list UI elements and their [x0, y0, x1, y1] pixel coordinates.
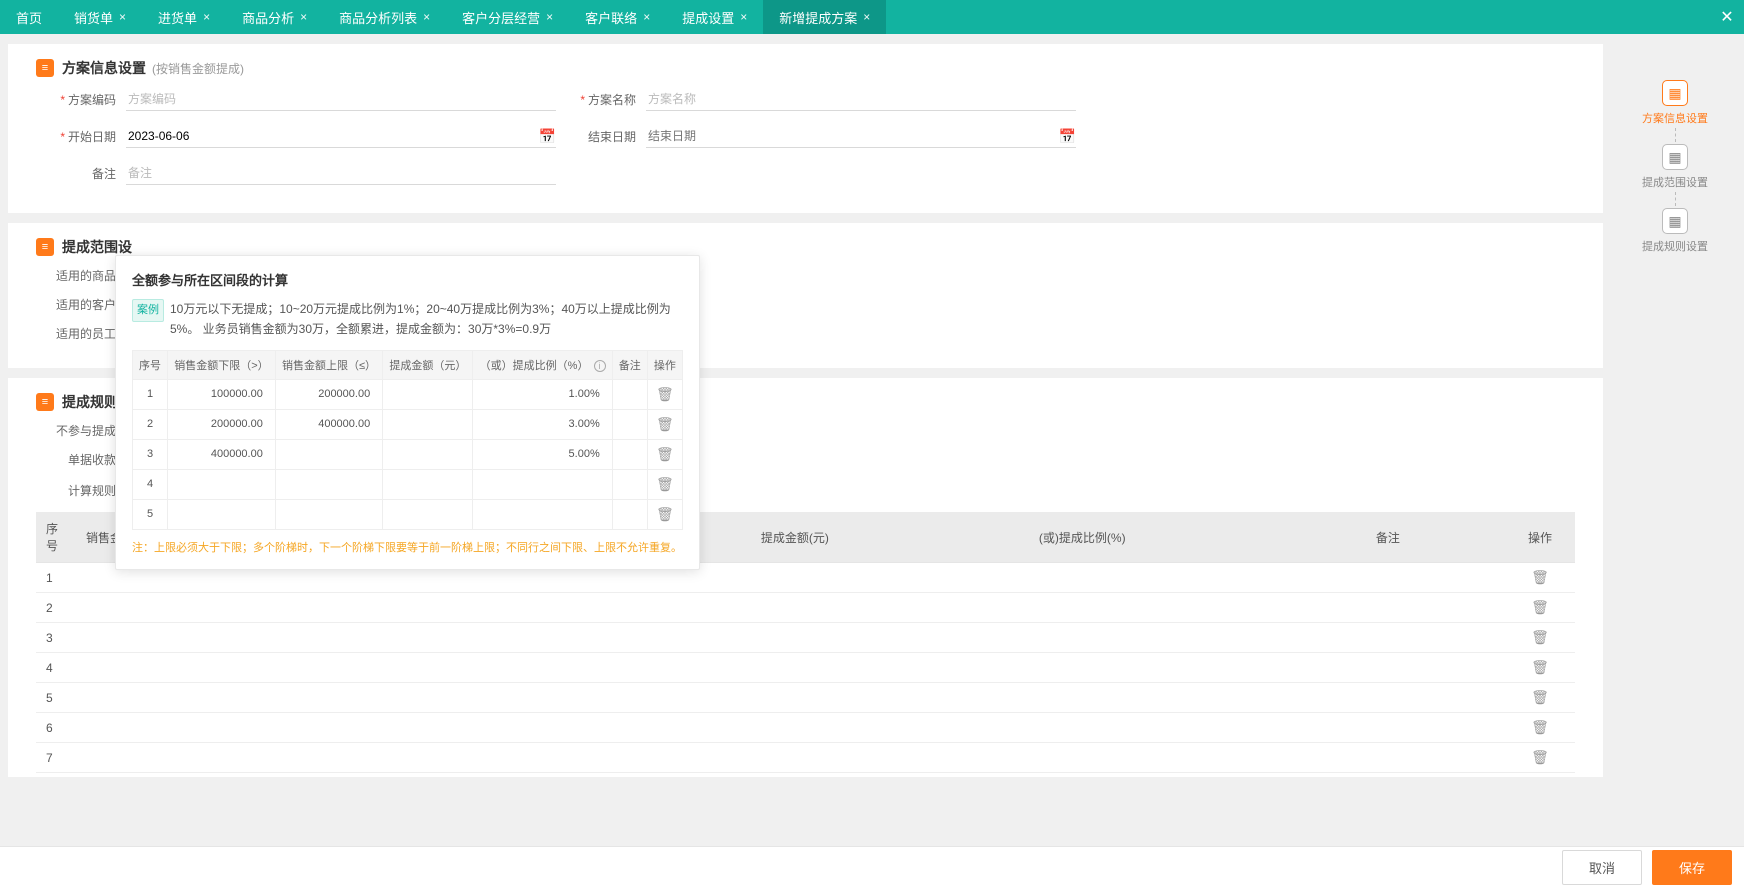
anchor-nav-item[interactable]: ▦方案信息设置	[1642, 80, 1708, 126]
section-icon: ≡	[36, 59, 54, 77]
label-code: 方案编码	[68, 93, 116, 107]
table-row[interactable]: 6🗑	[36, 713, 1575, 743]
table-row[interactable]: 5🗑	[36, 683, 1575, 713]
anchor-icon: ▦	[1662, 144, 1688, 170]
tab-进货单[interactable]: 进货单×	[142, 0, 226, 34]
close-icon[interactable]: ×	[863, 10, 870, 24]
tooltip-row: 1100000.00200000.001.00%🗑	[133, 379, 683, 409]
delete-icon[interactable]: 🗑	[656, 416, 674, 432]
anchor-icon: ▦	[1662, 208, 1688, 234]
section-icon: ≡	[36, 238, 54, 256]
info-icon[interactable]: i	[594, 360, 606, 372]
tooltip-example-text: 10万元以下无提成；10~20万元提成比例为1%；20~40万提成比例为3%；4…	[170, 299, 683, 340]
input-start-date[interactable]	[126, 125, 539, 147]
close-icon[interactable]: ×	[643, 10, 650, 24]
footer-bar: 取消 保存	[0, 846, 1744, 888]
tab-新增提成方案[interactable]: 新增提成方案×	[763, 0, 886, 34]
label-receipt: 单据收款	[36, 451, 126, 468]
delete-icon[interactable]: 🗑	[1531, 749, 1549, 765]
rules-th: 序号	[36, 512, 76, 563]
tab-商品分析[interactable]: 商品分析×	[226, 0, 323, 34]
rules-th: (或)提成比例(%)	[1029, 512, 1366, 563]
tooltip-note: 注：上限必须大于下限；多个阶梯时，下一个阶梯下限要等于前一阶梯上限；不同行之间下…	[132, 540, 683, 558]
input-end-date[interactable]	[646, 125, 1059, 147]
section-icon: ≡	[36, 393, 54, 411]
rules-th: 提成金额(元)	[751, 512, 1029, 563]
label-start-date: 开始日期	[68, 130, 116, 144]
label-end-date: 结束日期	[588, 130, 636, 144]
tabbar-close-all[interactable]: ✕	[1710, 0, 1744, 34]
calendar-icon[interactable]: 📅	[1059, 128, 1076, 145]
tooltip-tag: 案例	[132, 299, 164, 322]
delete-icon[interactable]: 🗑	[656, 386, 674, 402]
tooltip-row: 2200000.00400000.003.00%🗑	[133, 409, 683, 439]
tooltip-row: 3400000.005.00%🗑	[133, 439, 683, 469]
right-anchor-nav: ▦方案信息设置 ▦提成范围设置 ▦提成规则设置	[1620, 80, 1730, 254]
input-remark[interactable]	[126, 162, 556, 185]
cancel-button[interactable]: 取消	[1562, 850, 1642, 885]
delete-icon[interactable]: 🗑	[1531, 719, 1549, 735]
tab-客户联络[interactable]: 客户联络×	[569, 0, 666, 34]
rules-th: 操作	[1505, 512, 1575, 563]
label-name: 方案名称	[588, 93, 636, 107]
tooltip-title: 全额参与所在区间段的计算	[132, 270, 683, 289]
tab-客户分层经营[interactable]: 客户分层经营×	[446, 0, 569, 34]
anchor-nav-item[interactable]: ▦提成范围设置	[1642, 144, 1708, 190]
panel-plan-info: ≡ 方案信息设置 (按销售金额提成) *方案编码 *方案名称 *开始日期	[8, 44, 1603, 213]
input-plan-code[interactable]	[126, 88, 556, 111]
tab-bar: 首页销货单×进货单×商品分析×商品分析列表×客户分层经营×客户联络×提成设置×新…	[0, 0, 1744, 34]
panel-title: 方案信息设置	[62, 58, 146, 78]
delete-icon[interactable]: 🗑	[656, 446, 674, 462]
table-row[interactable]: 2🗑	[36, 593, 1575, 623]
close-icon[interactable]: ×	[423, 10, 430, 24]
label-scope-staff: 适用的员工	[36, 325, 126, 342]
tooltip-th: （或）提成比例（%） i	[473, 350, 612, 379]
close-icon[interactable]: ×	[119, 10, 126, 24]
tooltip-th: 序号	[133, 350, 168, 379]
table-row[interactable]: 7🗑	[36, 743, 1575, 773]
tooltip-th: 销售金额下限（>）	[168, 350, 276, 379]
calendar-icon[interactable]: 📅	[539, 128, 556, 145]
delete-icon[interactable]: 🗑	[1531, 659, 1549, 675]
label-scope-goods: 适用的商品	[36, 267, 126, 284]
delete-icon[interactable]: 🗑	[656, 506, 674, 522]
label-no-commission: 不参与提成	[36, 422, 126, 439]
anchor-nav-item[interactable]: ▦提成规则设置	[1642, 208, 1708, 254]
delete-icon[interactable]: 🗑	[1531, 599, 1549, 615]
close-icon[interactable]: ×	[546, 10, 553, 24]
tooltip-table: 序号销售金额下限（>）销售金额上限（≤）提成金额（元）（或）提成比例（%） i备…	[132, 350, 683, 530]
tooltip-th: 备注	[612, 350, 647, 379]
tooltip-row: 5🗑	[133, 499, 683, 529]
calc-rule-tooltip: 全额参与所在区间段的计算 案例 10万元以下无提成；10~20万元提成比例为1%…	[115, 255, 700, 570]
tab-提成设置[interactable]: 提成设置×	[666, 0, 763, 34]
close-icon[interactable]: ×	[740, 10, 747, 24]
panel-title: 提成范围设	[62, 237, 132, 257]
label-remark: 备注	[92, 167, 116, 181]
close-icon[interactable]: ×	[300, 10, 307, 24]
rules-th: 备注	[1366, 512, 1505, 563]
tooltip-th: 提成金额（元）	[383, 350, 473, 379]
panel-subtitle: (按销售金额提成)	[152, 60, 244, 77]
delete-icon[interactable]: 🗑	[1531, 689, 1549, 705]
save-button[interactable]: 保存	[1652, 850, 1732, 885]
delete-icon[interactable]: 🗑	[656, 476, 674, 492]
tab-首页[interactable]: 首页	[0, 0, 58, 34]
anchor-icon: ▦	[1662, 80, 1688, 106]
table-row[interactable]: 4🗑	[36, 653, 1575, 683]
delete-icon[interactable]: 🗑	[1531, 629, 1549, 645]
table-row[interactable]: 3🗑	[36, 623, 1575, 653]
delete-icon[interactable]: 🗑	[1531, 569, 1549, 585]
tooltip-th: 操作	[647, 350, 682, 379]
tooltip-row: 4🗑	[133, 469, 683, 499]
label-calc-rule: 计算规则	[36, 482, 126, 499]
close-icon[interactable]: ×	[203, 10, 210, 24]
input-plan-name[interactable]	[646, 88, 1076, 111]
tooltip-th: 销售金额上限（≤）	[275, 350, 382, 379]
tab-商品分析列表[interactable]: 商品分析列表×	[323, 0, 446, 34]
label-scope-customer: 适用的客户	[36, 296, 126, 313]
tab-销货单[interactable]: 销货单×	[58, 0, 142, 34]
